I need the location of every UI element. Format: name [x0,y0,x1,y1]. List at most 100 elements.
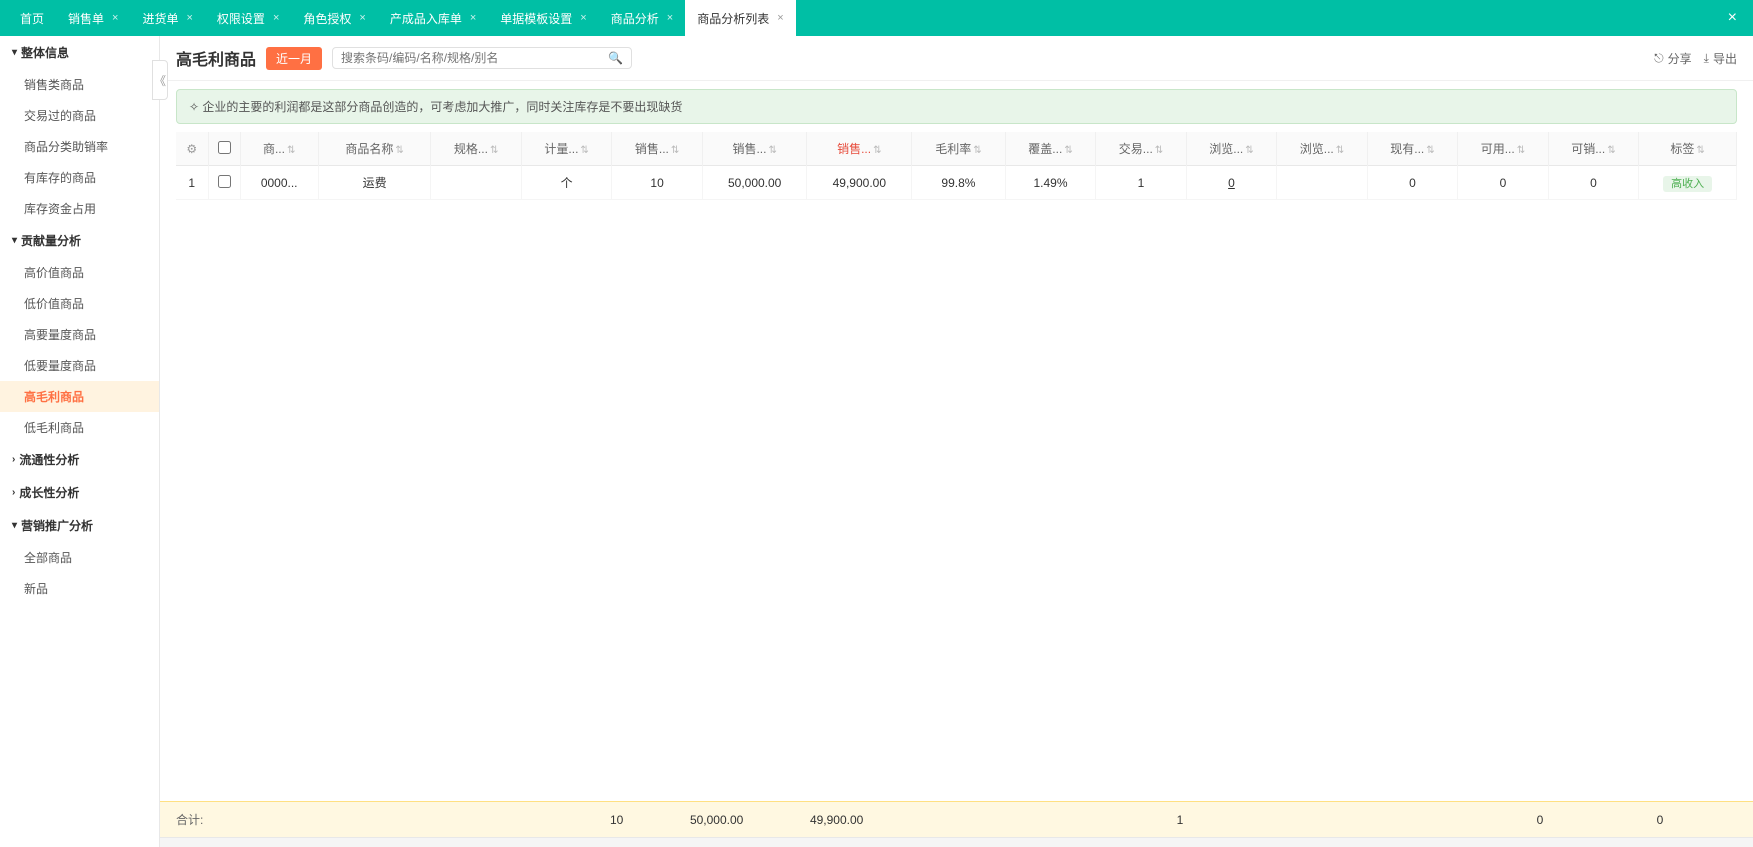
horizontal-scrollbar[interactable] [160,837,1753,847]
arrow-down-icon: ▾ [12,235,17,246]
footer-available-stock: 0 [1583,813,1663,827]
col-spec[interactable]: 规格...⇅ [431,132,521,166]
sidebar-item-low-freq[interactable]: 低要量度商品 [0,350,159,381]
period-button[interactable]: 近一月 [266,47,322,70]
col-view1[interactable]: 浏览...⇅ [1186,132,1276,166]
nav-purchase-order[interactable]: 进货单 × [130,0,204,36]
sidebar-item-low-margin[interactable]: 低毛利商品 [0,412,159,443]
checkbox-col-header[interactable] [208,132,240,166]
close-all-btn[interactable]: × [1720,9,1745,27]
sidebar-item-high-margin[interactable]: 高毛利商品 [0,381,159,412]
nav-product-analysis-list[interactable]: 商品分析列表 × [685,0,795,36]
table-wrapper: ⚙ 商...⇅ 商品名称⇅ 规格...⇅ [160,132,1753,801]
info-banner: ✧ 企业的主要的利润都是这部分商品创造的，可考虑加大推广，同时关注库存是不要出现… [176,89,1737,124]
content-area: 高毛利商品 近一月 🔍 ⎋ 分享 ⤓ 导出 ✧ 企业的主要的利润都是这部分商品创… [160,36,1753,847]
row-view1[interactable]: 0 [1186,166,1276,200]
col-tag[interactable]: 标签⇅ [1639,132,1737,166]
close-icon[interactable]: × [273,12,279,24]
sidebar-item-new-goods[interactable]: 新品 [0,573,159,604]
row-sale-amount: 50,000.00 [702,166,807,200]
col-sale-amount[interactable]: 销售...⇅ [702,132,807,166]
sidebar-item-sales-goods[interactable]: 销售类商品 [0,69,159,100]
data-table: ⚙ 商...⇅ 商品名称⇅ 规格...⇅ [176,132,1737,200]
col-saleable-stock[interactable]: 可销...⇅ [1548,132,1638,166]
col-sale-qty[interactable]: 销售...⇅ [612,132,702,166]
footer-label: 合计: [176,811,203,828]
sidebar-group-contribution[interactable]: ▾ 贡献量分析 [0,224,159,257]
export-button[interactable]: ⤓ 导出 [1704,50,1737,67]
row-view2 [1277,166,1367,200]
col-unit[interactable]: 计量...⇅ [521,132,611,166]
sidebar-item-high-value[interactable]: 高价值商品 [0,257,159,288]
settings-col-header[interactable]: ⚙ [176,132,208,166]
close-icon[interactable]: × [112,12,118,24]
arrow-down-icon: ▾ [12,47,17,58]
footer-trade: 1 [1103,813,1183,827]
col-current-stock[interactable]: 现有...⇅ [1367,132,1457,166]
sidebar-collapse-btn[interactable]: 《 [152,60,168,100]
close-icon[interactable]: × [777,12,783,24]
header-actions: ⎋ 分享 ⤓ 导出 [1654,50,1737,67]
col-name[interactable]: 商品名称⇅ [318,132,431,166]
row-sale-qty: 10 [612,166,702,200]
sidebar-group-marketing[interactable]: ▾ 营销推广分析 [0,509,159,542]
footer-bar: 合计: 10 50,000.00 49,900.00 1 0 0 [160,801,1753,837]
footer-sale-profit: 49,900.00 [783,813,863,827]
close-icon[interactable]: × [470,12,476,24]
nav-role-auth[interactable]: 角色授权 × [291,0,377,36]
row-name: 运费 [318,166,431,200]
nav-sales-order[interactable]: 销售单 × [56,0,130,36]
row-available-stock: 0 [1458,166,1548,200]
col-code[interactable]: 商...⇅ [240,132,318,166]
footer-sale-amount: 50,000.00 [663,813,743,827]
sidebar-group-overall[interactable]: ▾ 整体信息 [0,36,159,69]
select-all-checkbox[interactable] [218,141,231,154]
settings-icon[interactable]: ⚙ [186,142,197,156]
sidebar-group-growth[interactable]: › 成长性分析 [0,476,159,509]
sidebar-item-traded-goods[interactable]: 交易过的商品 [0,100,159,131]
col-coverage[interactable]: 覆盖...⇅ [1005,132,1095,166]
sidebar-item-low-value[interactable]: 低价值商品 [0,288,159,319]
share-button[interactable]: ⎋ 分享 [1654,50,1692,67]
export-icon: ⤓ [1704,51,1709,66]
search-input[interactable] [341,51,604,65]
nav-template-settings[interactable]: 单据模板设置 × [488,0,598,36]
row-current-stock: 0 [1367,166,1457,200]
col-sale-profit[interactable]: 销售...⇅ [807,132,912,166]
close-icon[interactable]: × [359,12,365,24]
close-icon[interactable]: × [667,12,673,24]
nav-product-analysis[interactable]: 商品分析 × [599,0,685,36]
search-icon[interactable]: 🔍 [608,51,623,65]
nav-permission-settings[interactable]: 权限设置 × [205,0,291,36]
search-box: 🔍 [332,47,632,69]
sidebar-group-liquidity[interactable]: › 流通性分析 [0,443,159,476]
row-trade: 1 [1096,166,1186,200]
col-available-stock[interactable]: 可用...⇅ [1458,132,1548,166]
row-checkbox[interactable] [208,166,240,200]
sidebar-item-inventory-fund[interactable]: 库存资金占用 [0,193,159,224]
sidebar-item-category-sales-rate[interactable]: 商品分类助销率 [0,131,159,162]
sidebar-item-high-freq[interactable]: 高要量度商品 [0,319,159,350]
high-income-tag: 高收入 [1663,176,1712,192]
col-gross-margin[interactable]: 毛利率⇅ [912,132,1006,166]
row-spec [431,166,521,200]
sidebar: ▾ 整体信息 销售类商品 交易过的商品 商品分类助销率 有库存的商品 库存资金占… [0,36,160,847]
arrow-down-icon: ▾ [12,520,17,531]
close-icon[interactable]: × [186,12,192,24]
row-coverage: 1.49% [1005,166,1095,200]
sidebar-item-all-goods[interactable]: 全部商品 [0,542,159,573]
page-title: 高毛利商品 [176,46,256,70]
sidebar-item-in-stock-goods[interactable]: 有库存的商品 [0,162,159,193]
table-row: 1 0000... 运费 个 10 50,000.00 49,900.00 99… [176,166,1737,200]
row-code: 0000... [240,166,318,200]
row-unit: 个 [521,166,611,200]
close-icon[interactable]: × [580,12,586,24]
arrow-right-icon: › [12,487,15,498]
content-header: 高毛利商品 近一月 🔍 ⎋ 分享 ⤓ 导出 [160,36,1753,81]
nav-finished-goods[interactable]: 产成品入库单 × [378,0,488,36]
footer-sale-qty: 10 [543,813,623,827]
nav-home[interactable]: 首页 [8,0,56,36]
col-view2[interactable]: 浏览...⇅ [1277,132,1367,166]
col-trade[interactable]: 交易...⇅ [1096,132,1186,166]
main-layout: ▾ 整体信息 销售类商品 交易过的商品 商品分类助销率 有库存的商品 库存资金占… [0,36,1753,847]
